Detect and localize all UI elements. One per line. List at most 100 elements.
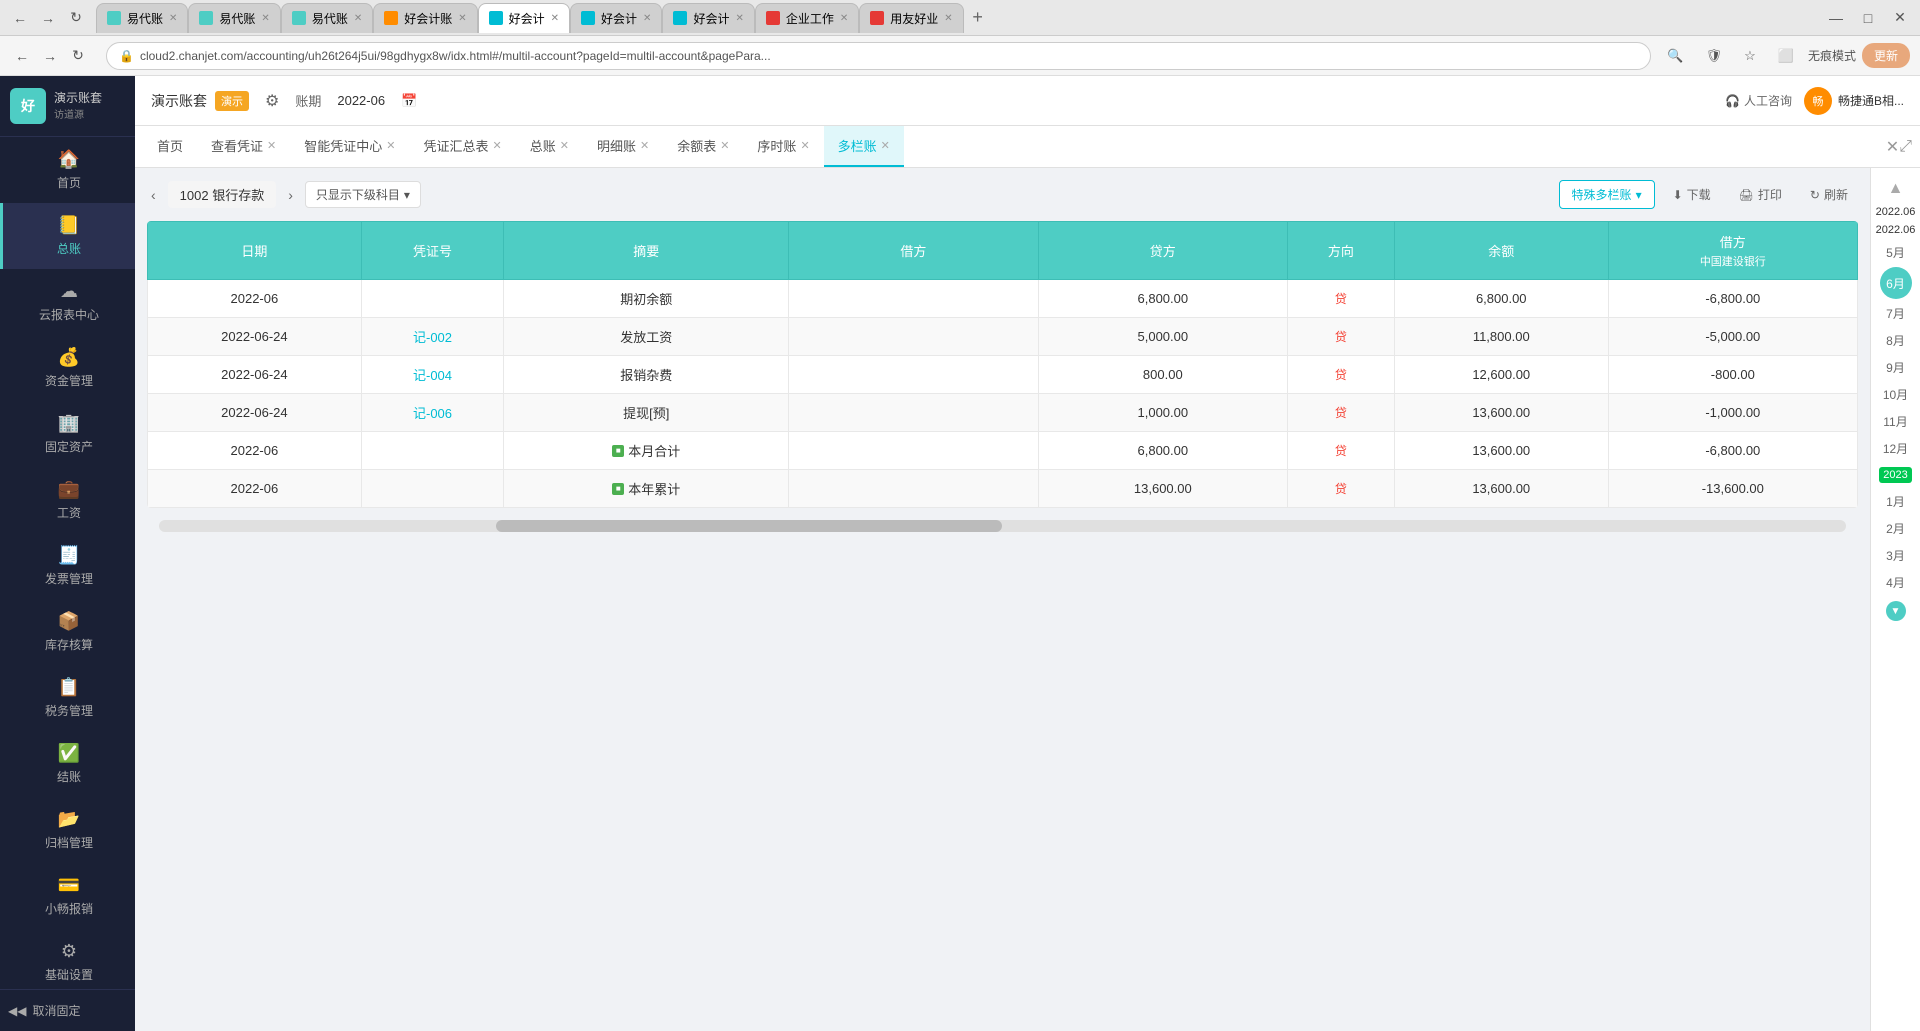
browser-tab-6[interactable]: 好会计 ✕	[570, 3, 662, 33]
tab-close-9[interactable]: ✕	[944, 13, 952, 24]
print-btn[interactable]: 🖨 打印	[1729, 181, 1792, 208]
tab-voucher-summary[interactable]: 凭证汇总表 ✕	[409, 126, 515, 167]
browser-tab-8[interactable]: 企业工作 ✕	[755, 3, 859, 33]
sidebar-item-archive[interactable]: 📂 归档管理	[0, 797, 135, 863]
tab-balance[interactable]: 余额表 ✕	[663, 126, 743, 167]
browser-tab-7[interactable]: 好会计 ✕	[662, 3, 754, 33]
tab-view-voucher-close[interactable]: ✕	[267, 139, 276, 152]
tab-view-voucher[interactable]: 查看凭证 ✕	[197, 126, 290, 167]
tab-multi-column-close[interactable]: ✕	[881, 139, 890, 152]
tab-detail-ledger-close[interactable]: ✕	[640, 139, 649, 152]
browser-tab-5[interactable]: 好会计 ✕	[478, 3, 570, 33]
tab-balance-close[interactable]: ✕	[720, 139, 729, 152]
shield-icon-btn[interactable]: 🛡	[1698, 44, 1731, 68]
addr-refresh-btn[interactable]: ↻	[66, 44, 90, 68]
expand-button[interactable]: ⤢	[1899, 138, 1912, 156]
tab-multi-column-label: 多栏账	[838, 136, 877, 155]
calendar-icon[interactable]: 📅	[401, 93, 417, 109]
tab-close-5[interactable]: ✕	[551, 13, 559, 24]
user-info[interactable]: 畅 畅捷通B相...	[1804, 87, 1904, 115]
sidebar-item-closing[interactable]: ✅ 结账	[0, 731, 135, 797]
sidebar-unpin[interactable]: ◀◀ 取消固定	[0, 989, 135, 1031]
tab-close-3[interactable]: ✕	[354, 13, 362, 24]
tab-close-8[interactable]: ✕	[840, 13, 848, 24]
forward-button[interactable]: →	[36, 6, 60, 30]
close-panel-button[interactable]: ✕	[1886, 137, 1899, 157]
special-ledger-btn[interactable]: 特殊多栏账 ▾	[1559, 180, 1655, 209]
tab-close-6[interactable]: ✕	[643, 13, 651, 24]
update-button[interactable]: 更新	[1862, 43, 1910, 68]
sidebar-item-home[interactable]: 🏠 首页	[0, 137, 135, 203]
sidebar-item-invoice[interactable]: 🧾 发票管理	[0, 533, 135, 599]
tab-close-7[interactable]: ✕	[735, 13, 743, 24]
cell-dir-4: 贷	[1288, 394, 1395, 432]
sidebar-item-capital[interactable]: 💰 资金管理	[0, 335, 135, 401]
address-bar[interactable]: 🔒 cloud2.chanjet.com/accounting/uh26t264…	[106, 42, 1651, 70]
horizontal-scrollbar[interactable]	[147, 520, 1858, 532]
browser-tab-3[interactable]: 易代账 ✕	[281, 3, 373, 33]
month-scroll-up-btn[interactable]: ▲	[1884, 176, 1908, 202]
sidebar-item-fixed-assets[interactable]: 🏢 固定资产	[0, 401, 135, 467]
sidebar-item-salary[interactable]: 💼 工资	[0, 467, 135, 533]
refresh-btn[interactable]: ↻ 刷新	[1800, 181, 1858, 208]
tab-multi-column[interactable]: 多栏账 ✕	[824, 126, 904, 167]
voucher-link-4[interactable]: 记-006	[413, 406, 452, 421]
next-account-btn[interactable]: ›	[284, 183, 297, 207]
month-item-7[interactable]: 7月	[1878, 301, 1914, 326]
star-icon-btn[interactable]: ☆	[1736, 44, 1764, 68]
sidebar-item-cloud-reports[interactable]: ☁ 云报表中心	[0, 269, 135, 335]
tab-general-ledger[interactable]: 总账 ✕	[516, 126, 583, 167]
month-item-5[interactable]: 5月	[1878, 240, 1914, 265]
filter-dropdown[interactable]: 只显示下级科目 ▾	[305, 181, 421, 208]
month-item-8[interactable]: 8月	[1878, 328, 1914, 353]
back-button[interactable]: ←	[8, 6, 32, 30]
tab-detail-ledger[interactable]: 明细账 ✕	[583, 126, 663, 167]
tab-general-ledger-close[interactable]: ✕	[560, 139, 569, 152]
month-item-9[interactable]: 9月	[1878, 355, 1914, 380]
month-item-12[interactable]: 12月	[1878, 436, 1914, 461]
sidebar-item-settings[interactable]: ⚙ 基础设置	[0, 929, 135, 989]
customer-service-btn[interactable]: 🎧 人工咨询	[1725, 92, 1792, 109]
maximize-button[interactable]: □	[1856, 6, 1880, 30]
tab-smart-voucher-close[interactable]: ✕	[386, 139, 395, 152]
browser-tab-2[interactable]: 易代账 ✕	[188, 3, 280, 33]
close-window-button[interactable]: ✕	[1888, 6, 1912, 30]
month-item-2023-2[interactable]: 2月	[1878, 516, 1914, 541]
tab-sequence-close[interactable]: ✕	[800, 139, 809, 152]
tab-smart-voucher[interactable]: 智能凭证中心 ✕	[290, 126, 409, 167]
browser-tab-1[interactable]: 易代账 ✕	[96, 3, 188, 33]
download-btn[interactable]: ⬇ 下载	[1663, 181, 1721, 208]
voucher-link-2[interactable]: 记-002	[413, 330, 452, 345]
prev-account-btn[interactable]: ‹	[147, 183, 160, 207]
tab-close-4[interactable]: ✕	[458, 13, 466, 24]
th-extra: 借方 中国建设银行	[1608, 222, 1857, 280]
new-tab-button[interactable]: +	[964, 4, 992, 32]
refresh-button[interactable]: ↻	[64, 6, 88, 30]
search-icon-btn[interactable]: 🔍	[1659, 44, 1691, 68]
sidebar-item-inventory[interactable]: 📦 库存核算	[0, 599, 135, 665]
sidebar-item-expense[interactable]: 💳 小畅报销	[0, 863, 135, 929]
addr-forward-btn[interactable]: →	[38, 44, 62, 68]
month-item-10[interactable]: 10月	[1878, 382, 1914, 407]
month-item-2023-1[interactable]: 1月	[1878, 489, 1914, 514]
browser-tab-9[interactable]: 用友好业 ✕	[859, 3, 963, 33]
tab-voucher-summary-close[interactable]: ✕	[493, 139, 502, 152]
addr-back-btn[interactable]: ←	[10, 44, 34, 68]
month-item-6[interactable]: 6月	[1880, 267, 1912, 299]
minimize-button[interactable]: —	[1824, 6, 1848, 30]
sidebar-item-ledger[interactable]: 📒 总账	[0, 203, 135, 269]
tab-close-2[interactable]: ✕	[261, 13, 269, 24]
scroll-down-indicator[interactable]: ▼	[1886, 601, 1906, 621]
month-item-2023-4[interactable]: 4月	[1878, 570, 1914, 595]
month-item-11[interactable]: 11月	[1878, 409, 1914, 434]
tab-detail-ledger-label: 明细账	[597, 136, 636, 155]
tab-sequence[interactable]: 序时账 ✕	[743, 126, 823, 167]
sidebar-toggle-btn[interactable]: ⬜	[1770, 44, 1802, 68]
tab-home[interactable]: 首页	[143, 126, 197, 167]
company-settings-btn[interactable]: ⚙	[265, 91, 279, 111]
voucher-link-3[interactable]: 记-004	[413, 368, 452, 383]
month-item-2023-3[interactable]: 3月	[1878, 543, 1914, 568]
sidebar-item-tax[interactable]: 📋 税务管理	[0, 665, 135, 731]
browser-tab-4[interactable]: 好会计账 ✕	[373, 3, 477, 33]
tab-close-1[interactable]: ✕	[169, 13, 177, 24]
